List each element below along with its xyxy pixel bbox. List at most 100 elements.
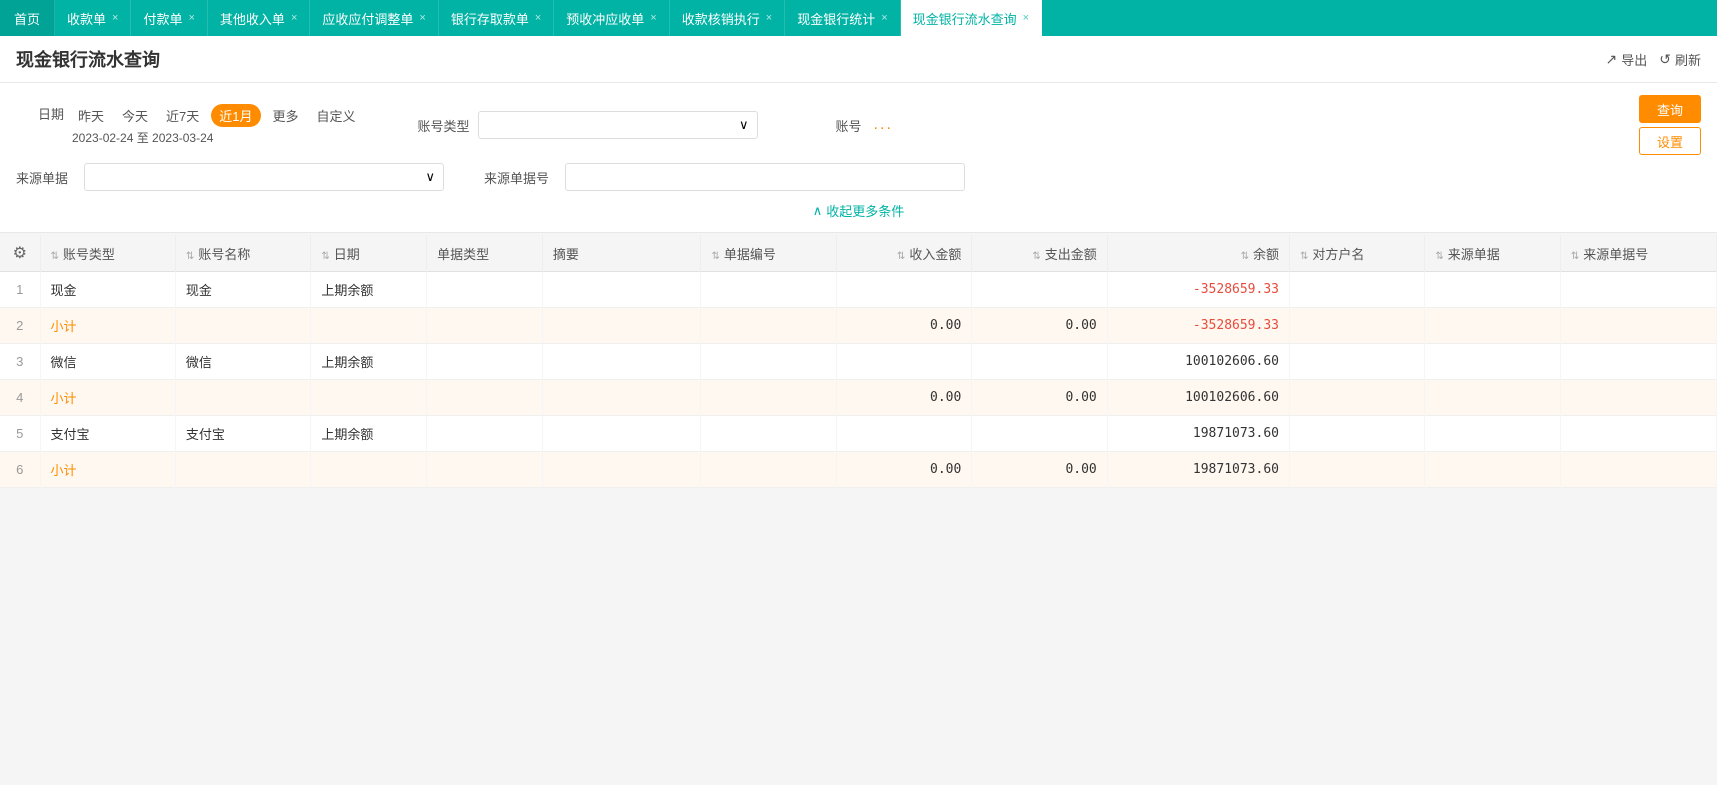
cell-account-name bbox=[175, 452, 310, 488]
cell-income: 0.00 bbox=[836, 380, 971, 416]
date-option-自定义[interactable]: 自定义 bbox=[311, 104, 362, 127]
account-no-label: 账号 bbox=[814, 116, 862, 135]
date-option-更多[interactable]: 更多 bbox=[267, 104, 305, 127]
table-row[interactable]: 1现金现金上期余额-3528659.33 bbox=[0, 272, 1717, 308]
cell-expense: 0.00 bbox=[972, 308, 1107, 344]
nav-tab-付款单[interactable]: 付款单× bbox=[131, 0, 207, 36]
th-balance[interactable]: ⇅余额 bbox=[1107, 235, 1289, 272]
cell-doc-no bbox=[701, 344, 836, 380]
nav-tab-现金银行统计[interactable]: 现金银行统计× bbox=[785, 0, 900, 36]
nav-tab-收款核销执行[interactable]: 收款核销执行× bbox=[670, 0, 785, 36]
cell-balance: 19871073.60 bbox=[1107, 452, 1289, 488]
nav-tab-close[interactable]: × bbox=[650, 12, 656, 24]
cell-counterpart bbox=[1289, 344, 1424, 380]
cell-account-type: 支付宝 bbox=[40, 416, 175, 452]
table-row[interactable]: 4小计0.000.00100102606.60 bbox=[0, 380, 1717, 416]
nav-tab-close[interactable]: × bbox=[766, 12, 772, 24]
sort-arrows: ⇅ bbox=[51, 251, 59, 262]
table-row[interactable]: 2小计0.000.00-3528659.33 bbox=[0, 308, 1717, 344]
date-option-近7天[interactable]: 近7天 bbox=[160, 104, 205, 127]
cell-account-name bbox=[175, 380, 310, 416]
refresh-button[interactable]: ↺ 刷新 bbox=[1659, 50, 1701, 69]
cell-source-doc bbox=[1425, 452, 1560, 488]
th-source-doc-no[interactable]: ⇅来源单据号 bbox=[1560, 235, 1716, 272]
page-title: 现金银行流水查询 bbox=[16, 46, 160, 72]
cell-doc-no bbox=[701, 272, 836, 308]
nav-tab-close[interactable]: × bbox=[535, 12, 541, 24]
export-button[interactable]: ↗ 导出 bbox=[1606, 50, 1648, 69]
account-type-input[interactable]: ∨ bbox=[478, 111, 758, 139]
cell-source-doc bbox=[1425, 344, 1560, 380]
filter-row-1: 日期 昨天今天近7天近1月更多自定义 2023-02-24 至 2023-03-… bbox=[16, 95, 1701, 155]
nav-tab-close[interactable]: × bbox=[881, 12, 887, 24]
date-options: 昨天今天近7天近1月更多自定义 bbox=[72, 104, 362, 127]
cell-doc-type bbox=[427, 380, 543, 416]
table-settings-col[interactable]: ⚙ bbox=[0, 235, 40, 272]
date-option-今天[interactable]: 今天 bbox=[116, 104, 154, 127]
th-date[interactable]: ⇅日期 bbox=[311, 235, 427, 272]
cell-income bbox=[836, 416, 971, 452]
th-income[interactable]: ⇅收入金额 bbox=[836, 235, 971, 272]
cell-date bbox=[311, 380, 427, 416]
table-body: 1现金现金上期余额-3528659.332小计0.000.00-3528659.… bbox=[0, 272, 1717, 488]
nav-tab-close[interactable]: × bbox=[291, 12, 297, 24]
cell-balance: -3528659.33 bbox=[1107, 308, 1289, 344]
date-option-近1月[interactable]: 近1月 bbox=[211, 104, 260, 127]
header-actions: ↗ 导出 ↺ 刷新 bbox=[1606, 50, 1702, 69]
th-expense[interactable]: ⇅支出金额 bbox=[972, 235, 1107, 272]
query-button[interactable]: 查询 bbox=[1639, 95, 1701, 123]
cell-source-doc bbox=[1425, 308, 1560, 344]
th-account-name[interactable]: ⇅账号名称 bbox=[175, 235, 310, 272]
sort-arrows: ⇅ bbox=[711, 251, 719, 262]
table-gear-icon[interactable]: ⚙ bbox=[13, 245, 27, 262]
nav-tab-其他收入单[interactable]: 其他收入单× bbox=[208, 0, 310, 36]
cell-account-type: 小计 bbox=[40, 308, 175, 344]
nav-tab-close[interactable]: × bbox=[112, 12, 118, 24]
nav-tab-现金银行流水查询[interactable]: 现金银行流水查询× bbox=[901, 0, 1042, 36]
cell-balance: -3528659.33 bbox=[1107, 272, 1289, 308]
nav-tab-银行存取款单[interactable]: 银行存取款单× bbox=[439, 0, 554, 36]
nav-home[interactable]: 首页 bbox=[0, 0, 55, 36]
nav-tab-收款单[interactable]: 收款单× bbox=[55, 0, 131, 36]
cell-doc-no bbox=[701, 452, 836, 488]
cell-account-type: 微信 bbox=[40, 344, 175, 380]
th-source-doc[interactable]: ⇅来源单据 bbox=[1425, 235, 1560, 272]
table-row[interactable]: 3微信微信上期余额100102606.60 bbox=[0, 344, 1717, 380]
nav-tab-close[interactable]: × bbox=[1023, 12, 1029, 24]
cell-counterpart bbox=[1289, 416, 1424, 452]
cell-doc-no bbox=[701, 416, 836, 452]
cell-source-doc bbox=[1425, 380, 1560, 416]
data-table: ⚙ ⇅账号类型 ⇅账号名称 ⇅日期 单据类型 摘要 ⇅单据编号 ⇅收入金额 ⇅支… bbox=[0, 235, 1717, 488]
account-no-dots[interactable]: ... bbox=[870, 114, 897, 136]
cell-row-num: 6 bbox=[0, 452, 40, 488]
cell-expense bbox=[972, 416, 1107, 452]
collapse-bar[interactable]: ∧ 收起更多条件 bbox=[16, 197, 1701, 224]
th-account-type[interactable]: ⇅账号类型 bbox=[40, 235, 175, 272]
cell-doc-no bbox=[701, 308, 836, 344]
refresh-icon: ↺ bbox=[1659, 51, 1671, 68]
table-row[interactable]: 6小计0.000.0019871073.60 bbox=[0, 452, 1717, 488]
cell-summary bbox=[542, 452, 701, 488]
cell-income: 0.00 bbox=[836, 308, 971, 344]
th-counterpart[interactable]: ⇅对方户名 bbox=[1289, 235, 1424, 272]
cell-account-type: 小计 bbox=[40, 380, 175, 416]
cell-income: 0.00 bbox=[836, 452, 971, 488]
th-doc-no[interactable]: ⇅单据编号 bbox=[701, 235, 836, 272]
table-row[interactable]: 5支付宝支付宝上期余额19871073.60 bbox=[0, 416, 1717, 452]
date-option-昨天[interactable]: 昨天 bbox=[72, 104, 110, 127]
nav-tab-close[interactable]: × bbox=[188, 12, 194, 24]
cell-expense: 0.00 bbox=[972, 380, 1107, 416]
nav-tab-close[interactable]: × bbox=[419, 12, 425, 24]
source-doc-input[interactable]: ∨ bbox=[84, 163, 444, 191]
filter-area: 日期 昨天今天近7天近1月更多自定义 2023-02-24 至 2023-03-… bbox=[0, 83, 1717, 233]
cell-counterpart bbox=[1289, 380, 1424, 416]
nav-tab-应收应付调整单[interactable]: 应收应付调整单× bbox=[310, 0, 438, 36]
th-summary: 摘要 bbox=[542, 235, 701, 272]
account-type-arrow: ∨ bbox=[739, 117, 749, 133]
account-type-label: 账号类型 bbox=[418, 116, 470, 135]
source-doc-no-input[interactable] bbox=[565, 163, 965, 191]
settings-button[interactable]: 设置 bbox=[1639, 127, 1701, 155]
nav-tab-预收冲应收单[interactable]: 预收冲应收单× bbox=[554, 0, 669, 36]
table-header-row: ⚙ ⇅账号类型 ⇅账号名称 ⇅日期 单据类型 摘要 ⇅单据编号 ⇅收入金额 ⇅支… bbox=[0, 235, 1717, 272]
cell-date: 上期余额 bbox=[311, 272, 427, 308]
